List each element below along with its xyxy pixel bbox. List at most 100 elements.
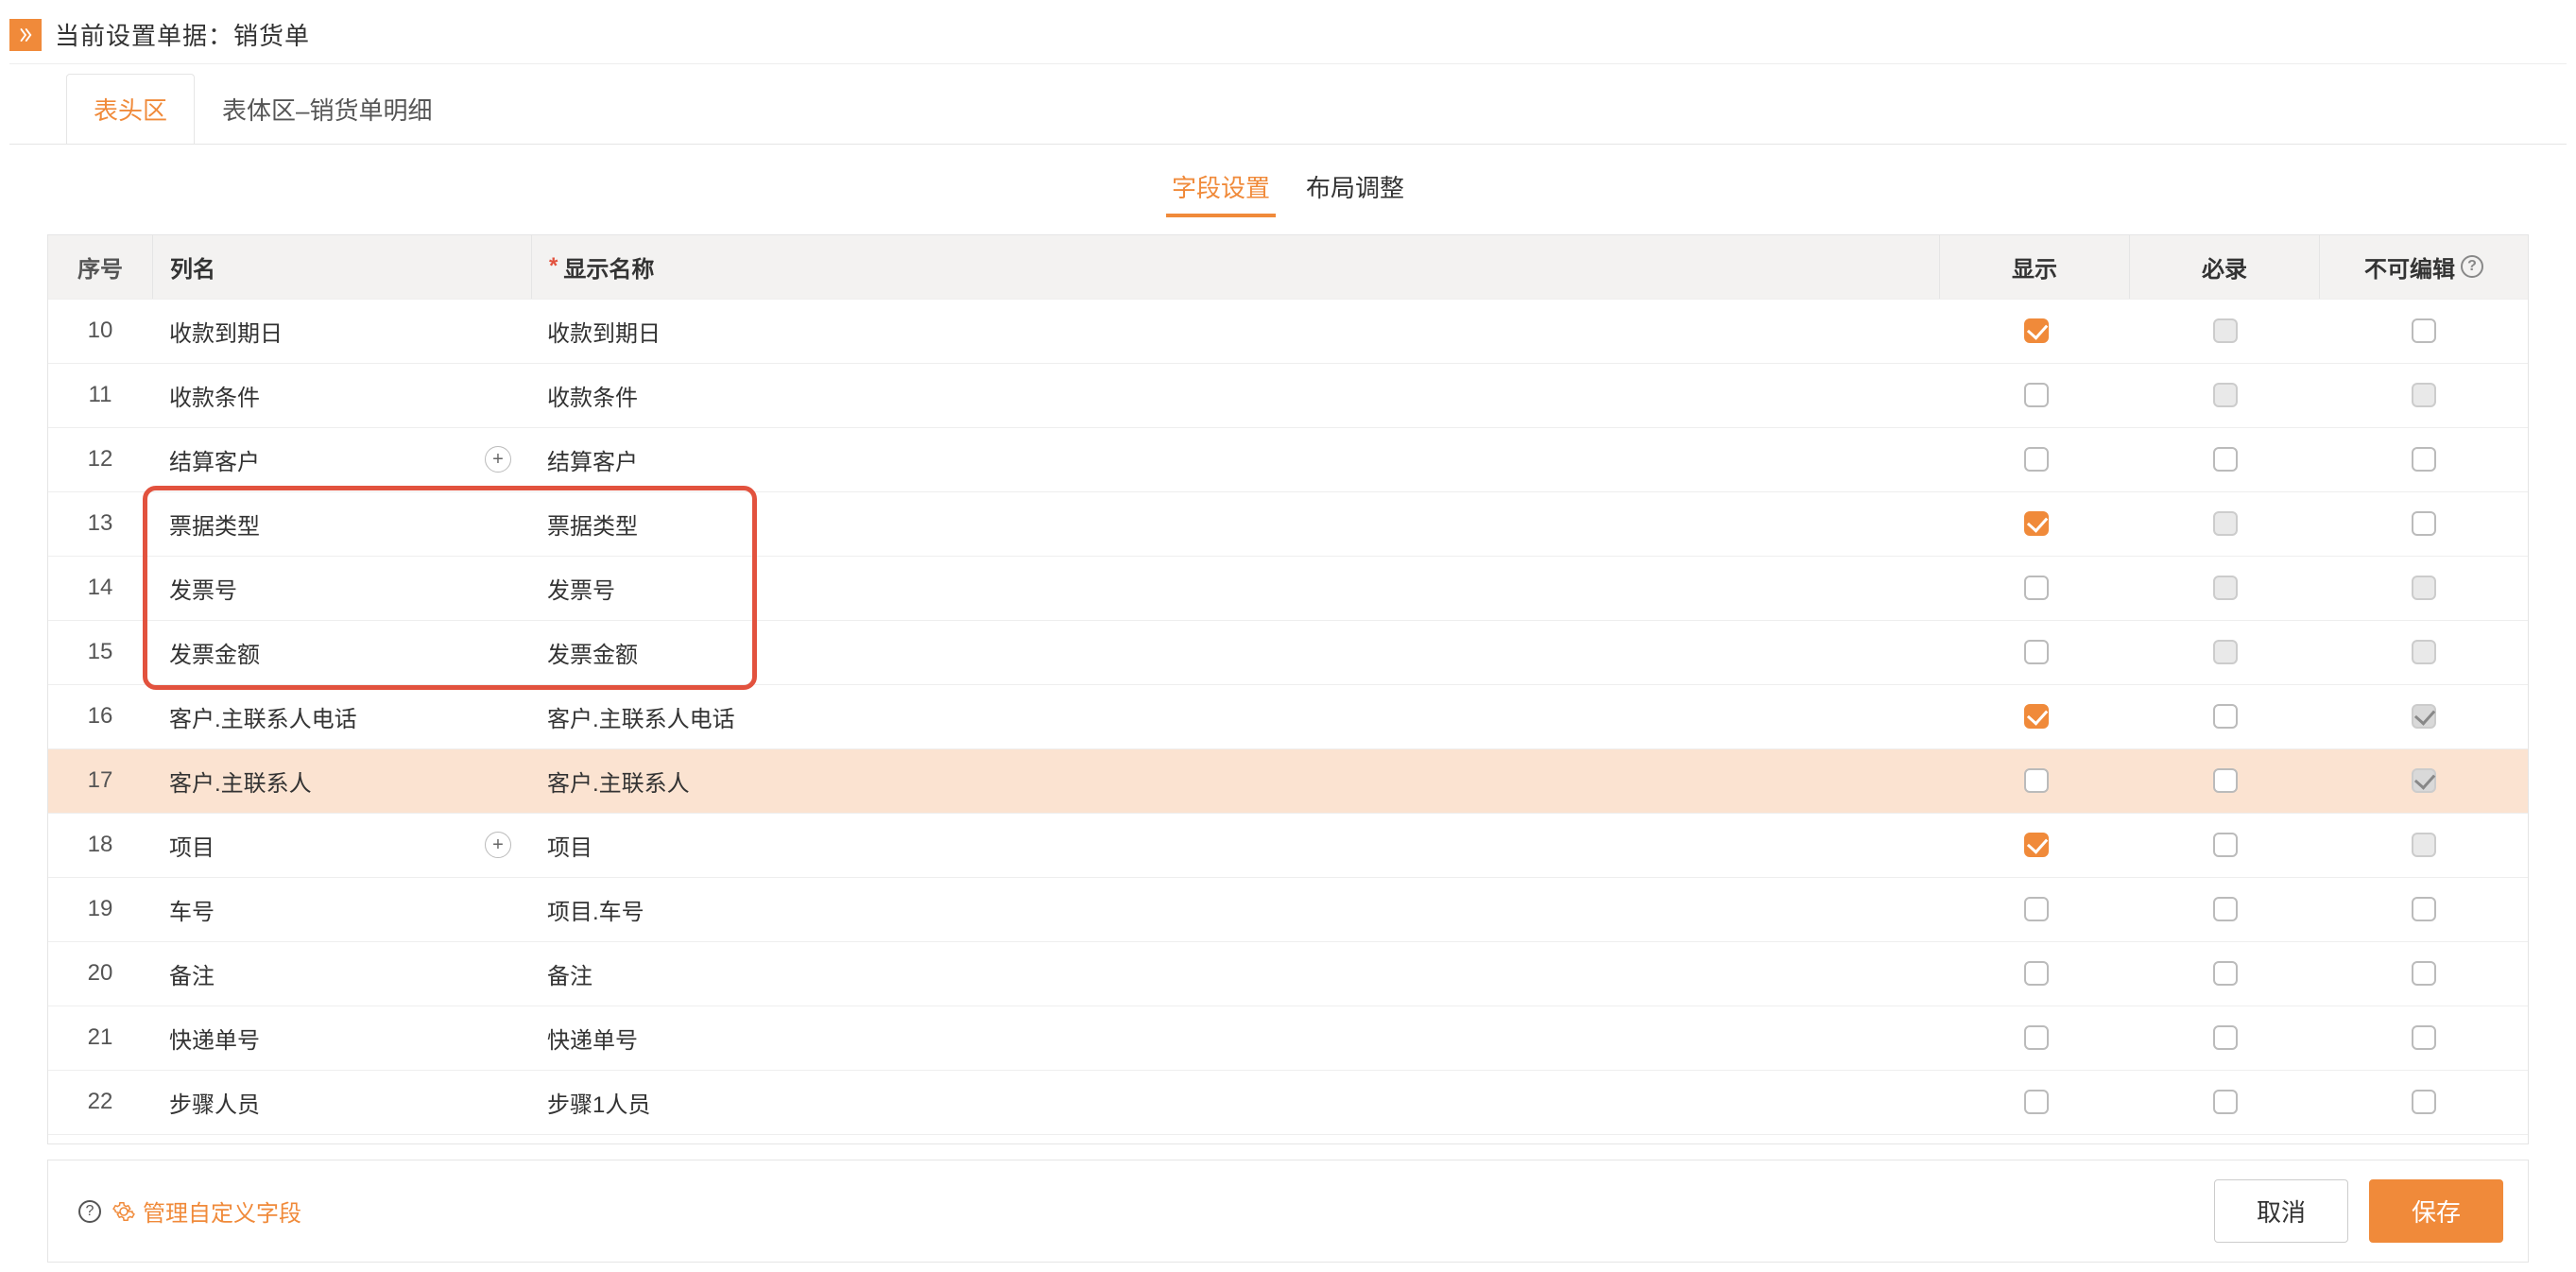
cell-cb xyxy=(1942,496,2131,551)
cell-colname: 收款条件 xyxy=(152,364,530,427)
show-checkbox[interactable] xyxy=(2024,640,2049,664)
cell-colname: 发票金额 xyxy=(152,621,530,684)
cell-cb xyxy=(2320,496,2528,551)
cell-display-name[interactable]: 收款条件 xyxy=(530,364,1942,427)
show-checkbox[interactable] xyxy=(2024,1025,2049,1050)
table-row: 18项目+项目 xyxy=(48,813,2528,877)
readonly-checkbox[interactable] xyxy=(2412,1025,2436,1050)
required-checkbox[interactable] xyxy=(2213,833,2238,857)
show-checkbox[interactable] xyxy=(2024,897,2049,921)
save-button[interactable]: 保存 xyxy=(2369,1179,2503,1243)
th-seq: 序号 xyxy=(48,235,152,299)
table-row: 14发票号发票号 xyxy=(48,556,2528,620)
required-checkbox xyxy=(2213,383,2238,407)
cell-colname: 票据类型 xyxy=(152,492,530,556)
title-bar: 当前设置单据：销货单 xyxy=(9,9,2567,64)
show-checkbox[interactable] xyxy=(2024,383,2049,407)
show-checkbox[interactable] xyxy=(2024,961,2049,986)
readonly-checkbox xyxy=(2412,833,2436,857)
tab-body-area[interactable]: 表体区–销货单明细 xyxy=(195,74,459,145)
show-checkbox[interactable] xyxy=(2024,511,2049,536)
required-checkbox[interactable] xyxy=(2213,447,2238,472)
show-checkbox[interactable] xyxy=(2024,704,2049,729)
cell-display-name[interactable]: 项目 xyxy=(530,814,1942,877)
required-checkbox[interactable] xyxy=(2213,897,2238,921)
table-row: 13票据类型票据类型 xyxy=(48,491,2528,556)
plus-icon[interactable]: + xyxy=(485,446,511,473)
cell-cb xyxy=(1942,817,2131,872)
cell-cb xyxy=(2131,625,2320,679)
tab-label: 表头区 xyxy=(94,96,167,125)
gear-icon xyxy=(112,1200,135,1223)
required-checkbox[interactable] xyxy=(2213,1025,2238,1050)
cell-cb xyxy=(1942,946,2131,1001)
help-icon[interactable]: ? xyxy=(2461,255,2483,278)
cell-display-name[interactable]: 发票金额 xyxy=(530,621,1942,684)
show-checkbox[interactable] xyxy=(2024,833,2049,857)
plus-icon[interactable]: + xyxy=(485,832,511,858)
cell-display-name[interactable]: 快递单号 xyxy=(530,1006,1942,1070)
cell-display-name[interactable]: 客户.主联系人电话 xyxy=(530,685,1942,748)
title-prefix: 当前设置单据： xyxy=(55,22,233,50)
cell-display-name[interactable]: 票据类型 xyxy=(530,492,1942,556)
cell-seq: 22 xyxy=(48,1074,152,1130)
cell-cb xyxy=(2320,560,2528,615)
cell-cb xyxy=(2320,1139,2528,1144)
show-checkbox[interactable] xyxy=(2024,576,2049,600)
sub-tab-field-settings[interactable]: 字段设置 xyxy=(1166,162,1276,217)
cell-cb xyxy=(1942,753,2131,808)
table-row: 22步骤人员步骤1人员 xyxy=(48,1070,2528,1134)
required-checkbox xyxy=(2213,511,2238,536)
readonly-checkbox[interactable] xyxy=(2412,447,2436,472)
show-checkbox[interactable] xyxy=(2024,768,2049,793)
required-checkbox[interactable] xyxy=(2213,768,2238,793)
tab-label: 表体区–销货单明细 xyxy=(222,96,432,125)
required-checkbox[interactable] xyxy=(2213,704,2238,729)
cell-cb xyxy=(2320,303,2528,358)
cell-display-name[interactable]: 收款到期日 xyxy=(530,300,1942,363)
required-checkbox[interactable] xyxy=(2213,1090,2238,1114)
cell-cb xyxy=(1942,625,2131,679)
cell-colname: 项目+ xyxy=(152,814,530,877)
cell-colname: 预收款 xyxy=(152,1135,530,1144)
cell-cb xyxy=(2131,753,2320,808)
cell-display-name[interactable]: 步骤1人员 xyxy=(530,1071,1942,1134)
table-row: 12结算客户+结算客户 xyxy=(48,427,2528,491)
table-row: 15发票金额发票金额 xyxy=(48,620,2528,684)
table-row: 10收款到期日收款到期日 xyxy=(48,299,2528,363)
link-label: 管理自定义字段 xyxy=(143,1195,301,1228)
cell-seq: 17 xyxy=(48,752,152,809)
cell-display-name[interactable]: 项目.车号 xyxy=(530,878,1942,941)
cell-display-name[interactable]: 客户.主联系人 xyxy=(530,749,1942,813)
readonly-checkbox[interactable] xyxy=(2412,897,2436,921)
required-checkbox[interactable] xyxy=(2213,961,2238,986)
cell-seq: 10 xyxy=(48,302,152,359)
expand-handle[interactable] xyxy=(9,19,42,51)
sub-tab-layout-adjust[interactable]: 布局调整 xyxy=(1300,162,1410,217)
help-icon[interactable]: ? xyxy=(78,1200,101,1223)
cell-cb xyxy=(2131,817,2320,872)
readonly-checkbox[interactable] xyxy=(2412,511,2436,536)
manage-custom-fields-link[interactable]: 管理自定义字段 xyxy=(112,1195,301,1228)
cell-cb xyxy=(2320,1074,2528,1129)
cell-display-name[interactable]: 发票号 xyxy=(530,557,1942,620)
readonly-checkbox[interactable] xyxy=(2412,961,2436,986)
cell-display-name[interactable]: 结算客户 xyxy=(530,428,1942,491)
show-checkbox[interactable] xyxy=(2024,318,2049,343)
cell-cb xyxy=(1942,689,2131,744)
cell-seq: 18 xyxy=(48,816,152,873)
cell-colname: 收款到期日 xyxy=(152,300,530,363)
cell-colname: 步骤人员 xyxy=(152,1071,530,1134)
readonly-checkbox[interactable] xyxy=(2412,1090,2436,1114)
cancel-button[interactable]: 取消 xyxy=(2214,1179,2348,1243)
show-checkbox[interactable] xyxy=(2024,447,2049,472)
cell-display-name[interactable]: 预收款 xyxy=(530,1135,1942,1144)
table-row: 16客户.主联系人电话客户.主联系人电话 xyxy=(48,684,2528,748)
show-checkbox[interactable] xyxy=(2024,1090,2049,1114)
tab-header-area[interactable]: 表头区 xyxy=(66,74,195,145)
cell-display-name[interactable]: 备注 xyxy=(530,942,1942,1006)
cell-cb xyxy=(2320,1010,2528,1065)
chevron-right-double-icon xyxy=(17,26,34,43)
readonly-checkbox[interactable] xyxy=(2412,318,2436,343)
cell-cb xyxy=(1942,1010,2131,1065)
